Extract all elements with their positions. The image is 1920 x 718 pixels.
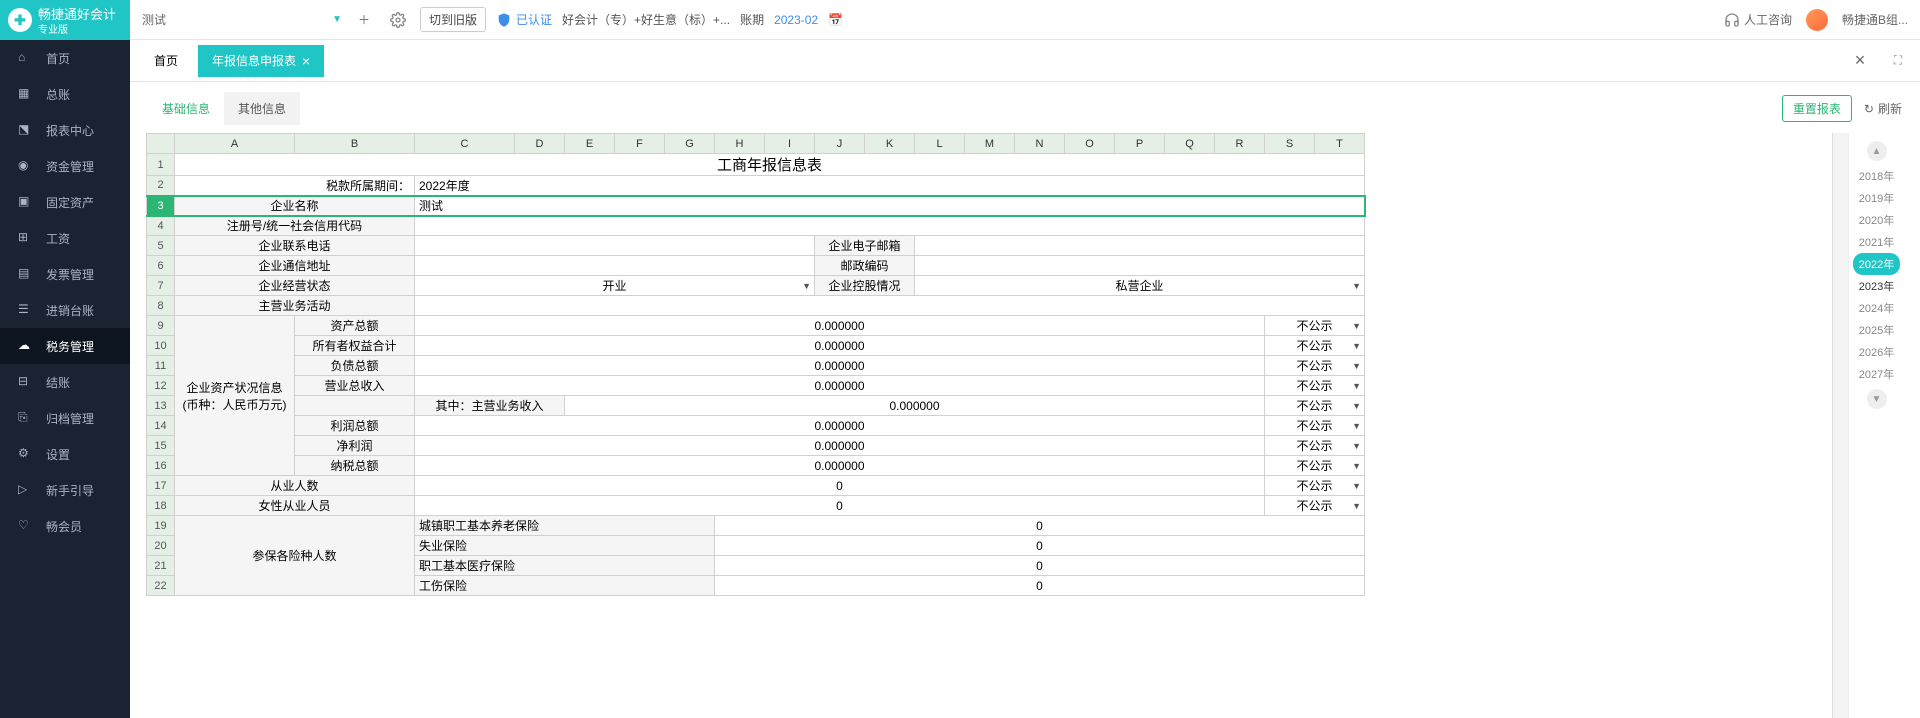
sidebar-item-3[interactable]: ◉资金管理 [0, 148, 130, 184]
sidebar-item-5[interactable]: ⊞工资 [0, 220, 130, 256]
sidebar-item-0[interactable]: ⌂首页 [0, 40, 130, 76]
reset-button[interactable]: 重置报表 [1782, 95, 1852, 122]
menu-icon: ⬔ [18, 122, 34, 138]
settings-icon[interactable] [386, 8, 410, 32]
username[interactable]: 畅捷通B组... [1842, 11, 1908, 28]
sidebar: ✚ 畅捷通好会计 专业版 ⌂首页▦总账⬔报表中心◉资金管理▣固定资产⊞工资▤发票… [0, 0, 130, 718]
year-2019年[interactable]: 2019年 [1853, 187, 1900, 209]
menu-icon: ▤ [18, 266, 34, 282]
sidebar-item-6[interactable]: ▤发票管理 [0, 256, 130, 292]
close-icon[interactable]: × [302, 53, 310, 69]
menu-icon: ☰ [18, 302, 34, 318]
year-2022年[interactable]: 2022年 [1853, 253, 1900, 275]
menu-icon: ▦ [18, 86, 34, 102]
sidebar-item-2[interactable]: ⬔报表中心 [0, 112, 130, 148]
menu-icon: ⊞ [18, 230, 34, 246]
logo-icon: ✚ [8, 8, 32, 32]
year-2027年[interactable]: 2027年 [1853, 363, 1900, 385]
year-up-icon[interactable]: ▲ [1867, 141, 1887, 161]
menu-icon: ⌂ [18, 50, 34, 66]
sidebar-item-9[interactable]: ⊟结账 [0, 364, 130, 400]
year-2020年[interactable]: 2020年 [1853, 209, 1900, 231]
calendar-icon[interactable]: 📅 [828, 13, 843, 27]
year-2025年[interactable]: 2025年 [1853, 319, 1900, 341]
expand-icon[interactable]: ⛶ [1886, 49, 1910, 73]
subtab-basic[interactable]: 基础信息 [148, 92, 224, 125]
product-text: 好会计（专）+好生意（标）+... [562, 11, 730, 28]
spreadsheet[interactable]: ABCDEFGHIJKLMNOPQRST1工商年报信息表2税款所属期间：2022… [146, 133, 1828, 718]
menu-icon: ▷ [18, 482, 34, 498]
year-2023年[interactable]: 2023年 [1853, 275, 1900, 297]
sub-tabs: 基础信息 其他信息 重置报表 ↻ 刷新 [130, 82, 1920, 133]
tab-annual-report[interactable]: 年报信息申报表 × [198, 45, 324, 77]
sidebar-item-10[interactable]: ⎘归档管理 [0, 400, 130, 436]
org-name: 测试 [142, 11, 166, 28]
menu-icon: ☁ [18, 338, 34, 354]
subtab-other[interactable]: 其他信息 [224, 92, 300, 125]
add-button[interactable]: ＋ [352, 8, 376, 32]
menu-icon: ⎘ [18, 410, 34, 426]
old-version-button[interactable]: 切到旧版 [420, 7, 486, 32]
menu-icon: ⚙ [18, 446, 34, 462]
period-label: 账期 [740, 11, 764, 28]
refresh-button[interactable]: ↻ 刷新 [1864, 100, 1902, 117]
chevron-down-icon: ▼ [332, 14, 342, 25]
certified-badge: 已认证 [496, 11, 552, 28]
support-link[interactable]: 人工咨询 [1724, 11, 1792, 28]
sidebar-item-11[interactable]: ⚙设置 [0, 436, 130, 472]
menu-icon: ⊟ [18, 374, 34, 390]
scrollbar[interactable] [1832, 133, 1848, 718]
org-selector[interactable]: 测试 ▼ [142, 6, 342, 34]
year-2018年[interactable]: 2018年 [1853, 165, 1900, 187]
sidebar-item-13[interactable]: ♡畅会员 [0, 508, 130, 544]
sidebar-item-7[interactable]: ☰进销台账 [0, 292, 130, 328]
menu-icon: ◉ [18, 158, 34, 174]
brand-logo: ✚ 畅捷通好会计 专业版 [0, 0, 130, 40]
year-2026年[interactable]: 2026年 [1853, 341, 1900, 363]
year-2024年[interactable]: 2024年 [1853, 297, 1900, 319]
sidebar-item-4[interactable]: ▣固定资产 [0, 184, 130, 220]
year-2021年[interactable]: 2021年 [1853, 231, 1900, 253]
period-value[interactable]: 2023-02 [774, 13, 818, 27]
topbar: 测试 ▼ ＋ 切到旧版 已认证 好会计（专）+好生意（标）+... 账期 202… [130, 0, 1920, 40]
year-down-icon[interactable]: ▼ [1867, 389, 1887, 409]
sidebar-item-12[interactable]: ▷新手引导 [0, 472, 130, 508]
year-selector: ▲ 2018年2019年2020年2021年2022年2023年2024年202… [1848, 133, 1904, 718]
sidebar-item-1[interactable]: ▦总账 [0, 76, 130, 112]
brand-sub: 专业版 [38, 21, 116, 36]
menu-icon: ♡ [18, 518, 34, 534]
shield-icon [496, 12, 512, 28]
page-tabs: 首页 年报信息申报表 × × ⛶ [130, 40, 1920, 82]
tab-home[interactable]: 首页 [140, 45, 192, 77]
headset-icon [1724, 12, 1740, 28]
menu-icon: ▣ [18, 194, 34, 210]
avatar[interactable] [1806, 9, 1828, 31]
sidebar-item-8[interactable]: ☁税务管理 [0, 328, 130, 364]
close-all-icon[interactable]: × [1846, 47, 1874, 75]
refresh-icon: ↻ [1864, 102, 1874, 116]
